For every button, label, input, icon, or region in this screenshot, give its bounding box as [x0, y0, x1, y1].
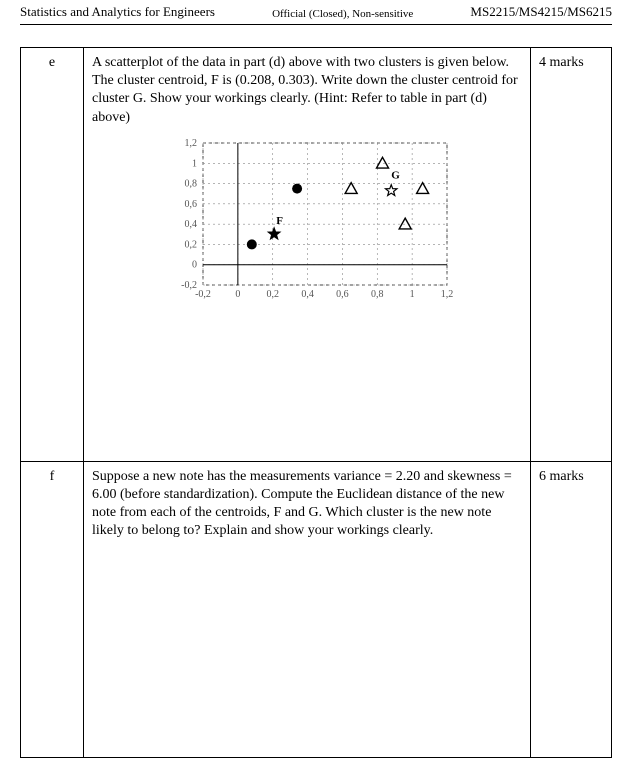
svg-text:0,8: 0,8 [371, 289, 384, 300]
question-table: e A scatterplot of the data in part (d) … [20, 47, 612, 758]
scatterplot: -0,2 0 0,2 0,4 0,6 0,8 1 1,2 -0,2 0 0,2 0,4 0,6 0,8 1 1… [92, 135, 522, 305]
svg-text:1,2: 1,2 [441, 289, 454, 300]
svg-text:0,6: 0,6 [336, 289, 349, 300]
svg-text:0,4: 0,4 [301, 289, 314, 300]
svg-text:1: 1 [410, 289, 415, 300]
question-text: A scatterplot of the data in part (d) ab… [92, 54, 522, 127]
svg-text:G: G [391, 169, 400, 181]
question-marks: 6 marks [531, 461, 612, 757]
svg-text:0: 0 [192, 259, 197, 270]
svg-text:1,2: 1,2 [185, 138, 198, 149]
table-row: e A scatterplot of the data in part (d) … [21, 48, 612, 462]
svg-text:0: 0 [235, 289, 240, 300]
scatterplot-svg: -0,2 0 0,2 0,4 0,6 0,8 1 1,2 -0,2 0 0,2 0,4 0,6 0,8 1 1… [157, 135, 457, 305]
svg-text:-0,2: -0,2 [181, 280, 197, 291]
svg-text:0,4: 0,4 [185, 219, 198, 230]
svg-text:0,8: 0,8 [185, 178, 198, 189]
page-header: Statistics and Analytics for Engineers O… [20, 0, 612, 22]
question-body: A scatterplot of the data in part (d) ab… [84, 48, 531, 462]
svg-text:1: 1 [192, 158, 197, 169]
question-id: f [21, 461, 84, 757]
question-marks: 4 marks [531, 48, 612, 462]
svg-text:F: F [276, 215, 283, 227]
svg-text:0,2: 0,2 [266, 289, 279, 300]
question-text: Suppose a new note has the measurements … [92, 468, 522, 541]
svg-text:0,2: 0,2 [185, 239, 198, 250]
svg-text:-0,2: -0,2 [195, 289, 211, 300]
header-right: MS2215/MS4215/MS6215 [470, 4, 612, 20]
table-row: f Suppose a new note has the measurement… [21, 461, 612, 757]
header-left: Statistics and Analytics for Engineers [20, 4, 215, 20]
question-id: e [21, 48, 84, 462]
svg-text:0,6: 0,6 [185, 199, 198, 210]
header-rule [20, 24, 612, 25]
question-body: Suppose a new note has the measurements … [84, 461, 531, 757]
header-mid: Official (Closed), Non-sensitive [215, 8, 470, 20]
